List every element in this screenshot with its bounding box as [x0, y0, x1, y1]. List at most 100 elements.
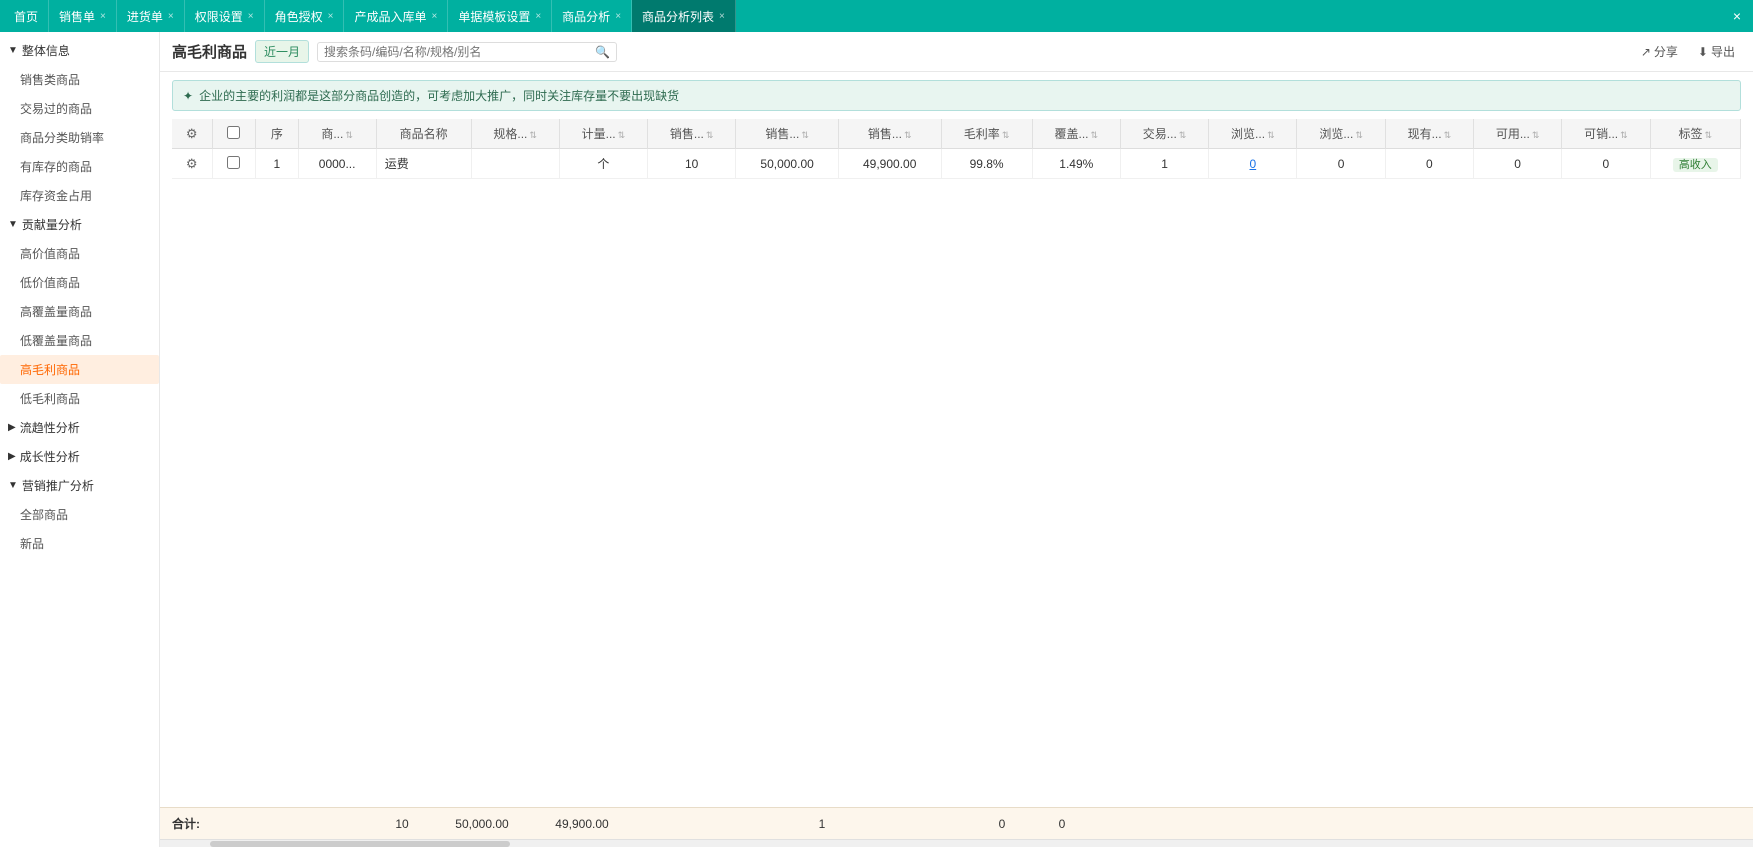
- sidebar-group-0[interactable]: ▼整体信息: [0, 36, 159, 65]
- sort-icon-view2: ⇅: [1355, 130, 1363, 140]
- nav-tab-close-6[interactable]: ×: [535, 11, 541, 22]
- search-input[interactable]: [324, 45, 595, 59]
- time-filter-button[interactable]: 近一月: [255, 40, 309, 63]
- footer-current: 0: [972, 817, 1032, 831]
- col-header-current[interactable]: 现有...⇅: [1385, 119, 1473, 149]
- sort-icon-tag: ⇅: [1705, 130, 1713, 140]
- footer-view1: [852, 817, 912, 831]
- sidebar-group-label-0: 整体信息: [22, 42, 70, 59]
- col-header-cost[interactable]: 销售...⇅: [838, 119, 941, 149]
- sidebar-item-1-2[interactable]: 高覆盖量商品: [0, 297, 159, 326]
- footer-totals: 合计: 10 50,000.00 49,900.00 1 0 0: [160, 807, 1753, 839]
- sidebar-item-0-0[interactable]: 销售类商品: [0, 65, 159, 94]
- col-header-view2[interactable]: 浏览...⇅: [1297, 119, 1385, 149]
- top-nav: 首页销售单×进货单×权限设置×角色授权×产成品入库单×单据模板设置×商品分析×商…: [0, 0, 1753, 32]
- table-container: ⚙序商...⇅商品名称规格...⇅计量...⇅销售...⇅销售...⇅销售...…: [160, 119, 1753, 807]
- sort-icon-qty: ⇅: [706, 130, 714, 140]
- col-header-gear[interactable]: ⚙: [172, 119, 212, 149]
- col-header-code[interactable]: 商...⇅: [298, 119, 376, 149]
- col-header-sellable[interactable]: 可销...⇅: [1562, 119, 1650, 149]
- footer-label: 合计:: [172, 815, 292, 832]
- nav-tab-2[interactable]: 进货单×: [117, 0, 185, 32]
- col-header-view1[interactable]: 浏览...⇅: [1209, 119, 1297, 149]
- sidebar-group-2[interactable]: ▶ 流趋性分析: [0, 413, 159, 442]
- sidebar-item-0-3[interactable]: 有库存的商品: [0, 152, 159, 181]
- col-header-qty[interactable]: 销售...⇅: [648, 119, 736, 149]
- main-layout: ▼整体信息销售类商品交易过的商品商品分类助销率有库存的商品库存资金占用▼贡献量分…: [0, 32, 1753, 847]
- sidebar-item-0-1[interactable]: 交易过的商品: [0, 94, 159, 123]
- col-header-cover[interactable]: 覆盖...⇅: [1032, 119, 1120, 149]
- sidebar-group-1[interactable]: ▼贡献量分析: [0, 210, 159, 239]
- sidebar-group-label-4: 营销推广分析: [22, 477, 94, 494]
- sidebar-group-3[interactable]: ▶ 成长性分析: [0, 442, 159, 471]
- nav-tab-6[interactable]: 单据模板设置×: [448, 0, 552, 32]
- sidebar-item-4-0[interactable]: 全部商品: [0, 500, 159, 529]
- export-icon: ⬇: [1698, 45, 1708, 59]
- sidebar-item-0-2[interactable]: 商品分类助销率: [0, 123, 159, 152]
- cell-checkbox-0: [212, 149, 256, 179]
- col-header-spec[interactable]: 规格...⇅: [471, 119, 559, 149]
- nav-tab-close-4[interactable]: ×: [328, 11, 334, 22]
- table-row-0: ⚙10000...运费个1050,000.0049,900.0099.8%1.4…: [172, 149, 1741, 179]
- col-header-unit[interactable]: 计量...⇅: [559, 119, 647, 149]
- col-header-margin[interactable]: 毛利率⇅: [941, 119, 1032, 149]
- col-header-amount[interactable]: 销售...⇅: [736, 119, 839, 149]
- sidebar-group-label-3: 成长性分析: [20, 448, 80, 465]
- sidebar-group-label-1: 贡献量分析: [22, 216, 82, 233]
- sidebar-item-1-1[interactable]: 低价值商品: [0, 268, 159, 297]
- sidebar-item-1-4[interactable]: 高毛利商品: [0, 355, 159, 384]
- nav-tab-5[interactable]: 产成品入库单×: [344, 0, 448, 32]
- info-icon: ✦: [183, 89, 193, 103]
- export-button[interactable]: ⬇ 导出: [1692, 41, 1741, 62]
- scrollbar-area[interactable]: [160, 839, 1753, 847]
- cell-sellable-0: 0: [1562, 149, 1650, 179]
- sort-icon-margin: ⇅: [1002, 130, 1010, 140]
- col-header-seq[interactable]: 序: [256, 119, 298, 149]
- content-area: 高毛利商品 近一月 🔍 ↗ 分享 ⬇ 导出 ✦ 企业的主要的利润都是这部分商品创…: [160, 32, 1753, 847]
- sidebar-group-4[interactable]: ▼营销推广分析: [0, 471, 159, 500]
- share-button[interactable]: ↗ 分享: [1635, 41, 1684, 62]
- col-header-name[interactable]: 商品名称: [376, 119, 471, 149]
- sidebar-arrow-2: ▶: [8, 422, 16, 433]
- sort-icon-sellable: ⇅: [1620, 130, 1628, 140]
- sort-icon-cover: ⇅: [1091, 130, 1099, 140]
- col-header-trade[interactable]: 交易...⇅: [1120, 119, 1208, 149]
- nav-tab-close-8[interactable]: ×: [719, 11, 725, 22]
- cell-view2-0: 0: [1297, 149, 1385, 179]
- nav-tab-close-7[interactable]: ×: [615, 11, 621, 22]
- nav-tab-7[interactable]: 商品分析×: [552, 0, 632, 32]
- sidebar-item-4-1[interactable]: 新品: [0, 529, 159, 558]
- nav-tab-close-2[interactable]: ×: [168, 11, 174, 22]
- nav-tab-3[interactable]: 权限设置×: [185, 0, 265, 32]
- col-header-avail[interactable]: 可用...⇅: [1474, 119, 1562, 149]
- nav-tab-close-1[interactable]: ×: [100, 11, 106, 22]
- col-header-checkbox[interactable]: [212, 119, 256, 149]
- cell-margin-0: 99.8%: [941, 149, 1032, 179]
- nav-tab-1[interactable]: 销售单×: [49, 0, 117, 32]
- sidebar-item-1-5[interactable]: 低毛利商品: [0, 384, 159, 413]
- col-header-tag[interactable]: 标签⇅: [1650, 119, 1740, 149]
- sidebar-item-1-3[interactable]: 低覆盖量商品: [0, 326, 159, 355]
- row-gear-icon[interactable]: ⚙: [186, 156, 198, 171]
- nav-tab-4[interactable]: 角色授权×: [265, 0, 345, 32]
- nav-tab-close-5[interactable]: ×: [431, 11, 437, 22]
- footer-trade: 1: [792, 817, 852, 831]
- nav-tab-8[interactable]: 商品分析列表×: [632, 0, 736, 32]
- sidebar-item-0-4[interactable]: 库存资金占用: [0, 181, 159, 210]
- sidebar-group-label-2: 流趋性分析: [20, 419, 80, 436]
- search-icon[interactable]: 🔍: [595, 45, 610, 59]
- sidebar-item-1-0[interactable]: 高价值商品: [0, 239, 159, 268]
- cell-seq-0: 1: [256, 149, 298, 179]
- tag-badge: 高收入: [1673, 158, 1718, 172]
- close-all-button[interactable]: ×: [1725, 8, 1749, 24]
- sidebar-arrow-3: ▶: [8, 451, 16, 462]
- select-all-checkbox[interactable]: [227, 126, 240, 139]
- data-table: ⚙序商...⇅商品名称规格...⇅计量...⇅销售...⇅销售...⇅销售...…: [172, 119, 1741, 179]
- scrollbar-thumb[interactable]: [210, 841, 510, 847]
- footer-avail: 0: [1032, 817, 1092, 831]
- nav-tab-0[interactable]: 首页: [4, 0, 49, 32]
- footer-cover: [712, 817, 792, 831]
- footer-qty: [292, 817, 372, 831]
- row-checkbox[interactable]: [227, 156, 240, 169]
- nav-tab-close-3[interactable]: ×: [248, 11, 254, 22]
